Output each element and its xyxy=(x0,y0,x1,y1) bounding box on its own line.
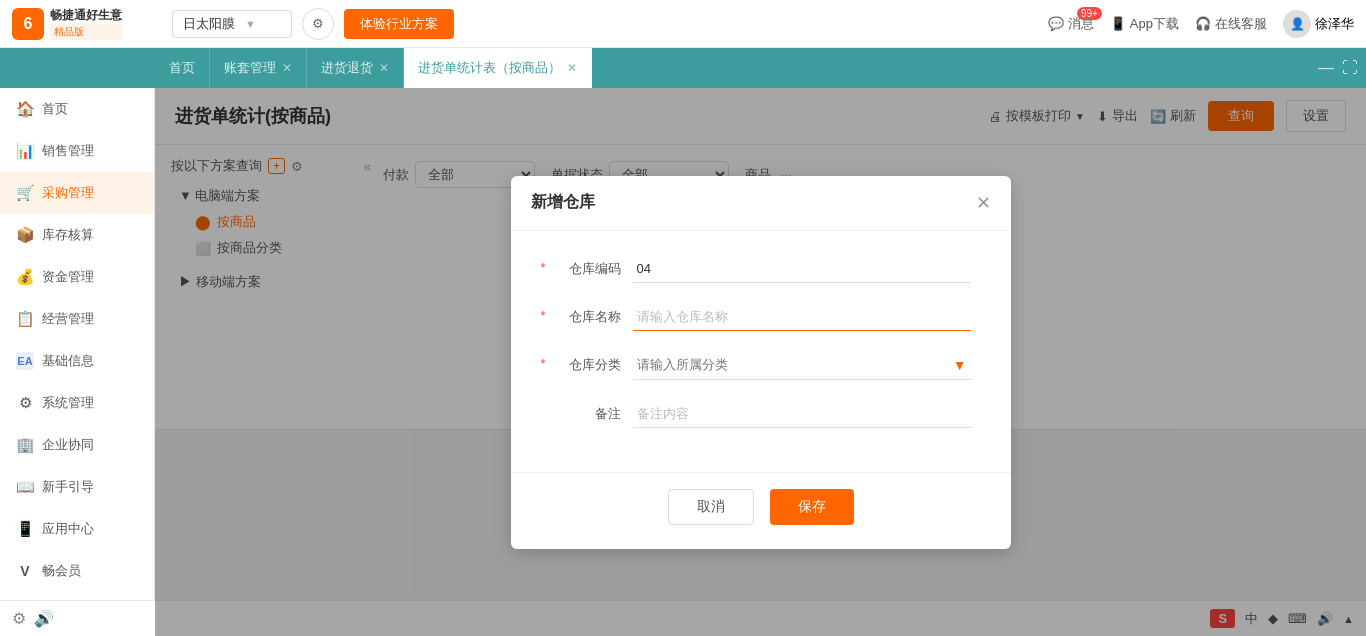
tab-purchase-stat[interactable]: 进货单统计表（按商品） ✕ xyxy=(404,48,592,88)
mobile-icon: 📱 xyxy=(1110,16,1126,31)
store-selector[interactable]: 日太阳膜 ▼ xyxy=(172,10,292,38)
form-item-category: 仓库分类 ▼ xyxy=(551,351,971,380)
tab-home[interactable]: 首页 xyxy=(155,48,210,88)
modal-overlay[interactable]: 新增仓库 ✕ 仓库编码 仓库名称 仓库 xyxy=(155,88,1366,636)
sidebar-item-sales[interactable]: 📊 销售管理 xyxy=(0,130,154,172)
tab-right-buttons: — ⛶ xyxy=(1318,59,1366,77)
message-icon: 💬 xyxy=(1048,16,1064,31)
code-label: 仓库编码 xyxy=(551,260,621,278)
name-input[interactable] xyxy=(633,303,971,331)
chevron-down-icon: ▼ xyxy=(953,357,967,373)
vip-icon: V xyxy=(16,562,34,580)
sidebar: 🏠 首页 📊 销售管理 🛒 采购管理 📦 库存核算 💰 资金管理 📋 经营管理 … xyxy=(0,88,155,636)
category-select-wrapper: ▼ xyxy=(633,351,971,380)
note-input[interactable] xyxy=(633,400,971,428)
form-item-name: 仓库名称 xyxy=(551,303,971,331)
top-header: 6 畅捷通好生意 精品版 日太阳膜 ▼ ⚙ 体验行业方案 💬 消息 99+ 📱 … xyxy=(0,0,1366,48)
system-icon: ⚙ xyxy=(16,394,34,412)
settings-icon[interactable]: ⚙ xyxy=(12,609,26,628)
cancel-button[interactable]: 取消 xyxy=(668,489,754,525)
sidebar-item-guide[interactable]: 📖 新手引导 xyxy=(0,466,154,508)
sidebar-item-basic-info[interactable]: EA 基础信息 xyxy=(0,340,154,382)
modal-footer: 取消 保存 xyxy=(511,473,1011,549)
home-icon: 🏠 xyxy=(16,100,34,118)
guide-icon: 📖 xyxy=(16,478,34,496)
save-button[interactable]: 保存 xyxy=(770,489,854,525)
tab-purchase-return[interactable]: 进货退货 ✕ xyxy=(307,48,404,88)
username-label: 徐泽华 xyxy=(1315,15,1354,33)
sidebar-item-finance[interactable]: 💰 资金管理 xyxy=(0,256,154,298)
tab-bar: 首页 账套管理 ✕ 进货退货 ✕ 进货单统计表（按商品） ✕ — ⛶ xyxy=(0,48,1366,88)
form-item-code: 仓库编码 xyxy=(551,255,971,283)
headset-icon: 🎧 xyxy=(1195,16,1211,31)
gear-icon: ⚙ xyxy=(312,16,324,31)
chevron-down-icon: ▼ xyxy=(245,18,256,30)
app-center-icon: 📱 xyxy=(16,520,34,538)
modal-header: 新增仓库 ✕ xyxy=(511,176,1011,231)
purchase-icon: 🛒 xyxy=(16,184,34,202)
logo-area: 6 畅捷通好生意 精品版 xyxy=(12,7,162,40)
form-item-note: 备注 xyxy=(551,400,971,428)
code-input[interactable] xyxy=(633,255,971,283)
trial-button[interactable]: 体验行业方案 xyxy=(344,9,454,39)
maximize-icon[interactable]: ⛶ xyxy=(1342,59,1358,77)
bottom-left: ⚙ 🔊 xyxy=(12,609,54,628)
modal-body: 仓库编码 仓库名称 仓库分类 ▼ xyxy=(511,231,1011,472)
logo-icon: 6 xyxy=(12,8,44,40)
category-input[interactable] xyxy=(637,357,953,372)
sidebar-item-purchase[interactable]: 🛒 采购管理 xyxy=(0,172,154,214)
note-label: 备注 xyxy=(551,405,621,423)
header-right: 💬 消息 99+ 📱 App下载 🎧 在线客服 👤 徐泽华 xyxy=(1048,10,1354,38)
sidebar-item-app-center[interactable]: 📱 应用中心 xyxy=(0,508,154,550)
new-warehouse-modal: 新增仓库 ✕ 仓库编码 仓库名称 仓库 xyxy=(511,176,1011,549)
category-label: 仓库分类 xyxy=(551,356,621,374)
sales-icon: 📊 xyxy=(16,142,34,160)
sidebar-item-inventory[interactable]: 📦 库存核算 xyxy=(0,214,154,256)
message-btn[interactable]: 💬 消息 99+ xyxy=(1048,15,1094,33)
customer-service-btn[interactable]: 🎧 在线客服 xyxy=(1195,15,1267,33)
user-area[interactable]: 👤 徐泽华 xyxy=(1283,10,1354,38)
enterprise-icon: 🏢 xyxy=(16,436,34,454)
sidebar-item-operations[interactable]: 📋 经营管理 xyxy=(0,298,154,340)
app-download-btn[interactable]: 📱 App下载 xyxy=(1110,15,1179,33)
modal-close-button[interactable]: ✕ xyxy=(976,192,991,214)
sidebar-item-enterprise[interactable]: 🏢 企业协同 xyxy=(0,424,154,466)
inventory-icon: 📦 xyxy=(16,226,34,244)
finance-icon: 💰 xyxy=(16,268,34,286)
sound-icon[interactable]: 🔊 xyxy=(34,609,54,628)
settings-button[interactable]: ⚙ xyxy=(302,8,334,40)
name-label: 仓库名称 xyxy=(551,308,621,326)
tab-account[interactable]: 账套管理 ✕ xyxy=(210,48,307,88)
operations-icon: 📋 xyxy=(16,310,34,328)
modal-title: 新增仓库 xyxy=(531,192,595,213)
logo-text: 畅捷通好生意 精品版 xyxy=(50,7,122,40)
sidebar-item-vip[interactable]: V 畅会员 xyxy=(0,550,154,592)
tab-close-icon[interactable]: ✕ xyxy=(379,61,389,75)
sidebar-item-home[interactable]: 🏠 首页 xyxy=(0,88,154,130)
tab-close-icon[interactable]: ✕ xyxy=(567,61,577,75)
content-area: 进货单统计(按商品) 🖨 按模板打印 ▼ ⬇ 导出 🔄 刷新 查询 设置 xyxy=(155,88,1366,636)
sidebar-item-system[interactable]: ⚙ 系统管理 xyxy=(0,382,154,424)
tab-close-icon[interactable]: ✕ xyxy=(282,61,292,75)
minimize-icon[interactable]: — xyxy=(1318,59,1334,77)
basic-info-icon: EA xyxy=(16,352,34,370)
main-layout: 🏠 首页 📊 销售管理 🛒 采购管理 📦 库存核算 💰 资金管理 📋 经营管理 … xyxy=(0,88,1366,636)
avatar: 👤 xyxy=(1283,10,1311,38)
